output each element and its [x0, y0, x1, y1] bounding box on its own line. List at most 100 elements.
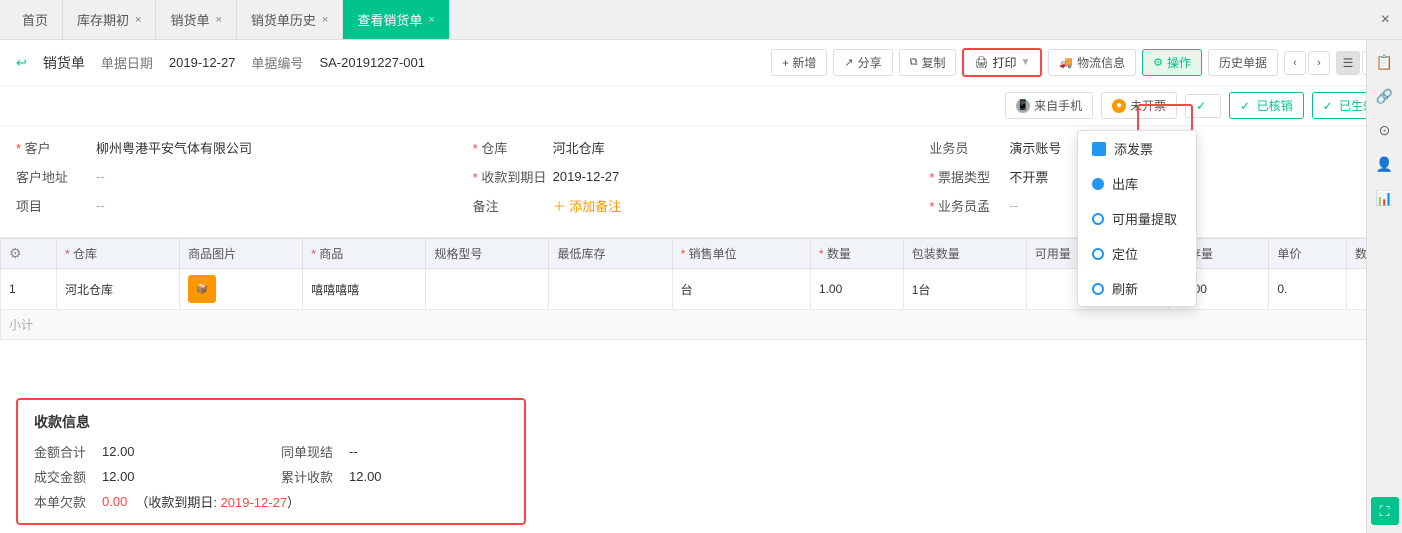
warehouse-label: 仓库: [473, 138, 553, 157]
history-button[interactable]: 历史单据: [1208, 49, 1278, 76]
ticket-label: 票据类型: [929, 167, 1009, 186]
tab-view-sales[interactable]: 查看销货单 ×: [343, 0, 449, 39]
address-value: --: [96, 169, 105, 184]
subtotal-row: 小计: [1, 310, 1402, 340]
project-value: --: [96, 198, 105, 213]
owe-label: 本单欠款: [34, 492, 94, 511]
col-settings: ⚙: [1, 239, 57, 269]
staff-value: 演示账号: [1009, 138, 1061, 157]
dropdown-locate[interactable]: 定位: [1078, 236, 1196, 271]
cumulative-value: 12.00: [349, 469, 382, 484]
due-date-field: 收款到期日 2019-12-27: [473, 167, 930, 186]
tab-close-view-sales[interactable]: ×: [428, 14, 434, 26]
gear-icon[interactable]: ⚙: [9, 245, 22, 261]
cell-qty: 1.00: [810, 269, 903, 310]
col-warehouse: 仓库: [56, 239, 179, 269]
logistics-button[interactable]: 🚚 物流信息: [1048, 49, 1136, 76]
print-button[interactable]: 🖨 打印 ▼: [962, 48, 1042, 77]
tab-close-sales[interactable]: ×: [215, 14, 221, 26]
copy-button[interactable]: ⧉ 复制: [899, 49, 957, 76]
due-date-label: 收款到期日: [473, 167, 553, 186]
not-open-button[interactable]: ● 未开票: [1101, 92, 1177, 119]
amount-row: 金额合计 12.00: [34, 442, 261, 461]
locate-icon: [1092, 248, 1104, 260]
operation-button[interactable]: ⚙ 操作: [1142, 49, 1202, 76]
add-button[interactable]: + 新增: [771, 49, 827, 76]
tab-sales-history[interactable]: 销货单历史 ×: [237, 0, 343, 39]
project-field: 项目 --: [16, 196, 473, 215]
doc-icon: ↩: [16, 55, 27, 71]
same-order-label: 同单现结: [281, 442, 341, 461]
col-min-stock: 最低库存: [549, 239, 672, 269]
tab-sales[interactable]: 销货单 ×: [156, 0, 236, 39]
col-qty: 数量: [810, 239, 903, 269]
col-price: 单价: [1269, 239, 1347, 269]
cell-warehouse: 河北仓库: [56, 269, 179, 310]
address-field: 客户地址 --: [16, 167, 473, 186]
staff-label: 业务员: [929, 138, 1009, 157]
sidebar-btn-4[interactable]: 👤: [1371, 150, 1399, 178]
col-spec: 规格型号: [426, 239, 549, 269]
cell-product: 嘻嘻嘻嘻: [303, 269, 426, 310]
payment-grid: 金额合计 12.00 同单现结 -- 成交金额 12.00 累计收款 12.00…: [34, 442, 508, 511]
tab-close-inventory[interactable]: ×: [135, 14, 141, 26]
share-button[interactable]: ↗ 分享: [833, 49, 892, 76]
col-pack-qty: 包装数量: [903, 239, 1026, 269]
warehouse-field: 仓库 河北仓库: [473, 138, 930, 157]
outbound-icon: [1092, 178, 1104, 190]
sidebar-btn-5[interactable]: 📊: [1371, 184, 1399, 212]
date-value: 2019-12-27: [169, 55, 236, 70]
owe-value: 0.00: [102, 494, 127, 509]
doc-header: ↩ 销货单 单据日期 2019-12-27 单据编号 SA-20191227-0…: [0, 40, 1402, 86]
operation-dropdown: 添发票 出库 可用量提取 定位 刷新: [1077, 130, 1197, 307]
same-order-row: 同单现结 --: [281, 442, 508, 461]
tab-inventory[interactable]: 库存期初 ×: [63, 0, 156, 39]
tab-home[interactable]: 首页: [8, 0, 63, 39]
remark-label: 备注: [473, 196, 553, 215]
no-label: 单据编号: [251, 53, 303, 72]
owe-note: （收款到期日: 2019-12-27）: [135, 492, 300, 511]
sidebar-expand-btn[interactable]: ⛶: [1371, 497, 1399, 525]
warehouse-value: 河北仓库: [553, 138, 605, 157]
sidebar-btn-3[interactable]: ⊙: [1371, 116, 1399, 144]
cell-unit: 台: [672, 269, 810, 310]
main-area: ↩ 销货单 单据日期 2019-12-27 单据编号 SA-20191227-0…: [0, 40, 1402, 533]
date-label: 单据日期: [101, 53, 153, 72]
list-view-btn[interactable]: ☰: [1336, 51, 1360, 75]
col-image: 商品图片: [180, 239, 303, 269]
tab-bar-close-button[interactable]: ×: [1381, 11, 1390, 29]
next-arrow[interactable]: ›: [1308, 51, 1330, 75]
same-order-value: --: [349, 444, 358, 459]
refresh-icon: [1092, 283, 1104, 295]
owe-row: 本单欠款 0.00 （收款到期日: 2019-12-27）: [34, 492, 508, 511]
col-unit: 销售单位: [672, 239, 810, 269]
nav-arrows: ‹ ›: [1284, 51, 1330, 75]
cumulative-row: 累计收款 12.00: [281, 467, 508, 486]
dropdown-add-invoice[interactable]: 添发票: [1078, 131, 1196, 166]
cell-min-stock: [549, 269, 672, 310]
prev-arrow[interactable]: ‹: [1284, 51, 1306, 75]
dropdown-refresh[interactable]: 刷新: [1078, 271, 1196, 306]
customer-value: 柳州粤港平安气体有限公司: [96, 138, 252, 157]
cell-price: 0.: [1269, 269, 1347, 310]
tab-close-sales-history[interactable]: ×: [322, 14, 328, 26]
second-toolbar: 📱 来自手机 ● 未开票 ✓ ✓ 已核销 ✓ 已生效: [0, 86, 1402, 126]
no-value: SA-20191227-001: [319, 55, 425, 70]
remark-field: 备注 ＋ 添加备注: [473, 196, 930, 215]
dropdown-avail-extract[interactable]: 可用量提取: [1078, 201, 1196, 236]
customer-field: 客户 柳州粤港平安气体有限公司: [16, 138, 473, 157]
tab-bar: 首页 库存期初 × 销货单 × 销货单历史 × 查看销货单 × ×: [0, 0, 1402, 40]
cell-spec: [426, 269, 549, 310]
sold-button[interactable]: ✓ 已核销: [1229, 92, 1303, 119]
cell-pack-qty: 1台: [903, 269, 1026, 310]
amount-label: 金额合计: [34, 442, 94, 461]
mobile-icon: 📱: [1016, 99, 1030, 113]
dropdown-outbound[interactable]: 出库: [1078, 166, 1196, 201]
cell-no: 1: [1, 269, 57, 310]
add-remark-button[interactable]: ＋ 添加备注: [553, 196, 622, 215]
sidebar-btn-1[interactable]: 📋: [1371, 48, 1399, 76]
approve-icon-button[interactable]: ✓: [1185, 94, 1221, 118]
project-label: 项目: [16, 196, 96, 215]
sidebar-btn-2[interactable]: 🔗: [1371, 82, 1399, 110]
from-mobile-button[interactable]: 📱 来自手机: [1005, 92, 1093, 119]
